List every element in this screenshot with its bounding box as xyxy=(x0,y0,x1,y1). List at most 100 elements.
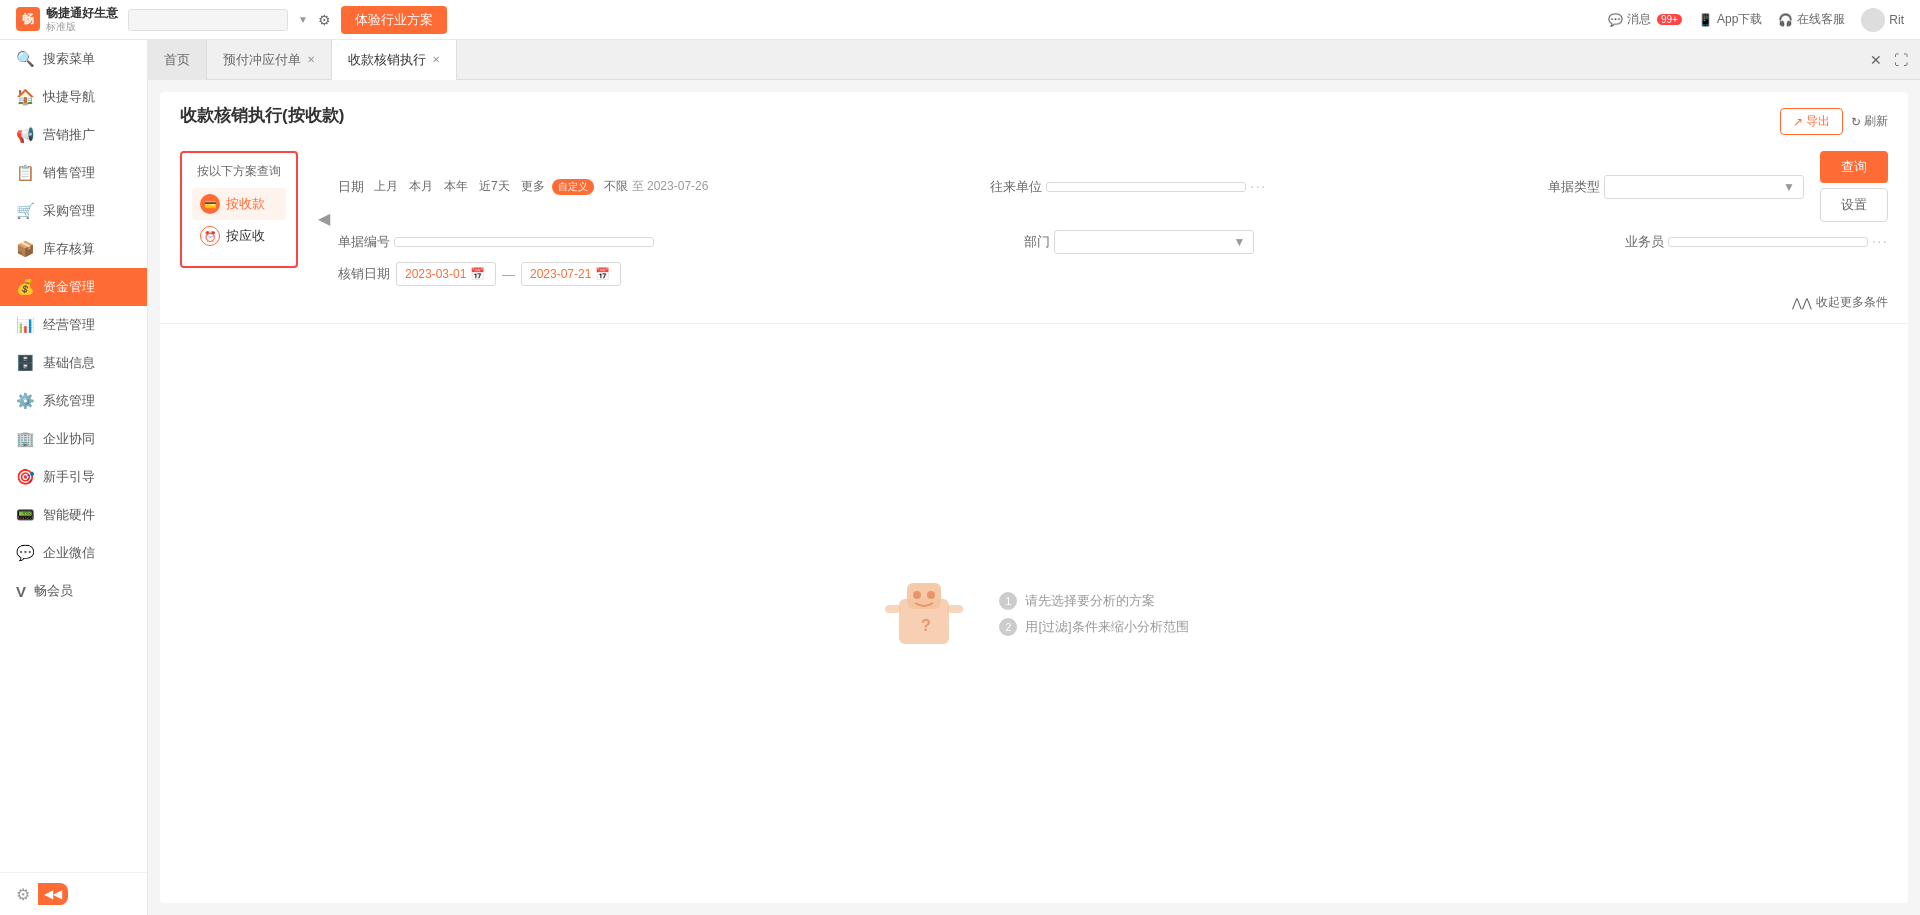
purchase-icon: 🛒 xyxy=(16,202,35,220)
query-buttons: 查询 设置 xyxy=(1820,151,1888,222)
basic-icon: 🗄️ xyxy=(16,354,35,372)
sidebar-item-wechat[interactable]: 💬 企业微信 xyxy=(0,534,147,572)
date-tab-custom[interactable]: 自定义 xyxy=(552,179,594,195)
page-title: 收款核销执行(按收款) xyxy=(180,104,344,127)
app-icon: 📱 xyxy=(1698,13,1713,27)
dept-label: 部门 xyxy=(1024,233,1050,251)
date-tab-last-month[interactable]: 上月 xyxy=(370,176,402,197)
top-search-input[interactable] xyxy=(128,9,288,31)
inventory-icon: 📦 xyxy=(16,240,35,258)
receivable-icon: ⏰ xyxy=(200,226,220,246)
sidebar-item-search[interactable]: 🔍 搜索菜单 xyxy=(0,40,147,78)
verify-date-start-input[interactable]: 2023-03-01 📅 xyxy=(396,262,496,286)
message-button[interactable]: 💬 消息 99+ xyxy=(1608,11,1682,28)
page-content: 收款核销执行(按收款) ↗ 导出 ↻ 刷新 xyxy=(148,80,1920,915)
collapse-row: ⋀⋀ 收起更多条件 xyxy=(180,294,1888,311)
settings-icon[interactable]: ⚙ xyxy=(318,12,331,28)
date-tab-7days[interactable]: 近7天 xyxy=(475,176,514,197)
calendar-end-icon: 📅 xyxy=(595,267,610,281)
filter-by-receipt[interactable]: 💳 按收款 xyxy=(192,188,286,220)
user-profile[interactable]: Rit xyxy=(1861,8,1904,32)
sidebar-item-inventory[interactable]: 📦 库存核算 xyxy=(0,230,147,268)
svg-text:?: ? xyxy=(921,617,931,634)
collapse-arrow[interactable]: ◀ xyxy=(318,209,330,228)
sidebar-item-label: 畅会员 xyxy=(34,582,73,600)
sidebar-item-marketing[interactable]: 📢 营销推广 xyxy=(0,116,147,154)
page-header-actions: ↗ 导出 ↻ 刷新 xyxy=(1780,108,1888,135)
app-download-button[interactable]: 📱 App下载 xyxy=(1698,11,1762,28)
sidebar-item-system[interactable]: ⚙️ 系统管理 xyxy=(0,382,147,420)
empty-tip-1: 1 请先选择要分析的方案 xyxy=(999,592,1188,610)
filter-sidebar: 按以下方案查询 💳 按收款 ⏰ 按应收 xyxy=(180,151,298,268)
counterpart-input[interactable] xyxy=(1046,182,1246,192)
sidebar: 🔍 搜索菜单 🏠 快捷导航 📢 营销推广 📋 销售管理 🛒 采购管理 📦 库存核… xyxy=(0,40,148,915)
docno-filter: 单据编号 xyxy=(338,233,654,251)
sidebar-item-finance[interactable]: 💰 资金管理 xyxy=(0,268,147,306)
date-filter-group: 日期 上月 本月 本年 近7天 更多 自定义 xyxy=(338,176,708,197)
sidebar-collapse-button[interactable]: ◀◀ xyxy=(38,883,68,905)
tab-receipts[interactable]: 收款核销执行 ✕ xyxy=(332,40,457,80)
main-panel: 收款核销执行(按收款) ↗ 导出 ↻ 刷新 xyxy=(160,92,1908,903)
empty-illustration: ? xyxy=(879,569,969,659)
operations-icon: 📊 xyxy=(16,316,35,334)
sidebar-item-operations[interactable]: 📊 经营管理 xyxy=(0,306,147,344)
sidebar-item-hardware[interactable]: 📟 智能硬件 xyxy=(0,496,147,534)
staff-input[interactable] xyxy=(1668,237,1868,247)
sidebar-item-label: 搜索菜单 xyxy=(43,50,95,68)
sidebar-item-label: 系统管理 xyxy=(43,392,95,410)
sidebar-item-vip[interactable]: V 畅会员 xyxy=(0,572,147,610)
date-tab-more[interactable]: 更多 xyxy=(517,176,549,197)
filter-by-receivable[interactable]: ⏰ 按应收 xyxy=(192,220,286,252)
tab-expand-button[interactable]: ⛶ xyxy=(1890,48,1912,72)
docno-input[interactable] xyxy=(394,237,654,247)
prepay-tab-label: 预付冲应付单 xyxy=(223,51,301,69)
brand-text: 畅捷通好生意 标准版 xyxy=(46,6,118,32)
sidebar-item-sales[interactable]: 📋 销售管理 xyxy=(0,154,147,192)
sidebar-item-purchase[interactable]: 🛒 采购管理 xyxy=(0,192,147,230)
docno-label: 单据编号 xyxy=(338,233,390,251)
brand: 畅 畅捷通好生意 标准版 xyxy=(16,6,118,32)
doctype-select[interactable]: ▼ xyxy=(1604,175,1804,199)
dept-select[interactable]: ▼ xyxy=(1054,230,1254,254)
date-tab-this-year[interactable]: 本年 xyxy=(440,176,472,197)
empty-tips: 1 请先选择要分析的方案 2 用[过滤]条件来缩小分析范围 xyxy=(999,592,1188,636)
date-tab-this-month[interactable]: 本月 xyxy=(405,176,437,197)
svg-point-3 xyxy=(927,591,935,599)
brand-logo: 畅 xyxy=(16,7,40,31)
date-range-sep: — xyxy=(502,267,515,282)
sidebar-item-guide[interactable]: 🎯 新手引导 xyxy=(0,458,147,496)
verify-date-label: 核销日期 xyxy=(338,265,390,283)
receipts-tab-close-icon[interactable]: ✕ xyxy=(432,54,440,65)
sidebar-item-label: 快捷导航 xyxy=(43,88,95,106)
query-button[interactable]: 查询 xyxy=(1820,151,1888,183)
sidebar-item-basic[interactable]: 🗄️ 基础信息 xyxy=(0,344,147,382)
tab-prepay[interactable]: 预付冲应付单 ✕ xyxy=(207,40,332,80)
export-button[interactable]: ↗ 导出 xyxy=(1780,108,1843,135)
tip-num-2: 2 xyxy=(999,618,1017,636)
tab-close-button[interactable]: ✕ xyxy=(1866,48,1886,72)
counterpart-more-icon[interactable]: ··· xyxy=(1250,178,1266,196)
search-menu-icon: 🔍 xyxy=(16,50,35,68)
solution-button[interactable]: 体验行业方案 xyxy=(341,6,447,34)
filter-settings-button[interactable]: 设置 xyxy=(1820,188,1888,222)
date-label: 日期 xyxy=(338,178,364,196)
counterpart-filter: 往来单位 ··· xyxy=(990,178,1266,196)
search-chevron-icon[interactable]: ▼ xyxy=(298,14,308,25)
sidebar-gear-icon[interactable]: ⚙ xyxy=(16,885,30,904)
sidebar-item-label: 新手引导 xyxy=(43,468,95,486)
tab-home[interactable]: 首页 xyxy=(148,40,207,80)
verify-date-end-input[interactable]: 2023-07-21 📅 xyxy=(521,262,621,286)
staff-more-icon[interactable]: ··· xyxy=(1872,233,1888,251)
prepay-tab-close-icon[interactable]: ✕ xyxy=(307,54,315,65)
filter-panel: 按以下方案查询 💳 按收款 ⏰ 按应收 ◀ xyxy=(160,139,1908,324)
sidebar-item-label: 企业协同 xyxy=(43,430,95,448)
collapse-more-button[interactable]: ⋀⋀ 收起更多条件 xyxy=(1792,294,1888,311)
refresh-button[interactable]: ↻ 刷新 xyxy=(1851,113,1888,130)
filter-sidebar-title: 按以下方案查询 xyxy=(192,163,286,180)
sidebar-item-shortcut[interactable]: 🏠 快捷导航 xyxy=(0,78,147,116)
tab-bar: 首页 预付冲应付单 ✕ 收款核销执行 ✕ ✕ ⛶ xyxy=(148,40,1920,80)
online-service-button[interactable]: 🎧 在线客服 xyxy=(1778,11,1845,28)
sidebar-item-enterprise[interactable]: 🏢 企业协同 xyxy=(0,420,147,458)
avatar xyxy=(1861,8,1885,32)
empty-content: ? 1 请先选择要分析的方案 2 用[过滤]条件来缩小分析范围 xyxy=(879,569,1188,659)
